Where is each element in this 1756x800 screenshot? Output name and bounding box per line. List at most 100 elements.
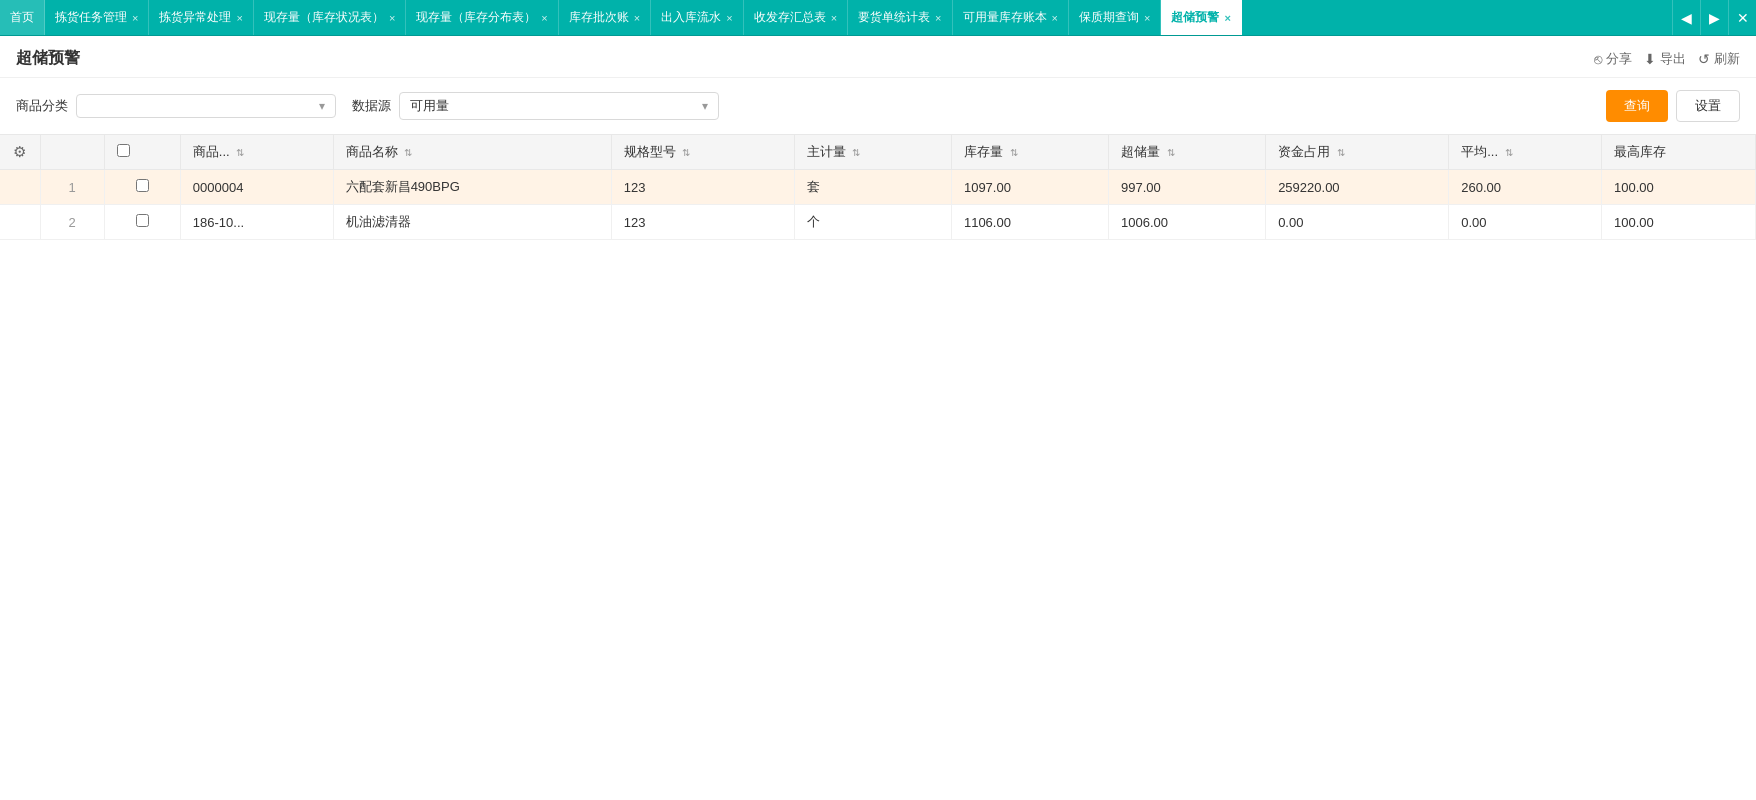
close-icon[interactable]: × — [1144, 12, 1150, 24]
row-capital: 0.00 — [1266, 205, 1449, 240]
export-icon: ⬇ — [1644, 51, 1656, 67]
th-spec[interactable]: 规格型号 ⇅ — [611, 135, 794, 170]
row-stock: 1097.00 — [951, 170, 1108, 205]
th-unit[interactable]: 主计量 ⇅ — [794, 135, 951, 170]
row-overstock: 997.00 — [1109, 170, 1266, 205]
close-icon[interactable]: × — [935, 12, 941, 24]
th-overstock[interactable]: 超储量 ⇅ — [1109, 135, 1266, 170]
th-checkbox — [104, 135, 180, 170]
close-icon[interactable]: × — [541, 12, 547, 24]
close-icon[interactable]: × — [1052, 12, 1058, 24]
chevron-down-icon: ▾ — [702, 99, 708, 113]
nav-item-inout[interactable]: 出入库流水 × — [651, 0, 743, 35]
nav-item-home[interactable]: 首页 — [0, 0, 45, 35]
nav-item-summary[interactable]: 收发存汇总表 × — [744, 0, 848, 35]
sort-icon: ⇅ — [682, 147, 690, 158]
query-button[interactable]: 查询 — [1606, 90, 1668, 122]
category-select[interactable]: ▾ — [76, 94, 336, 118]
row-settings-cell — [0, 205, 40, 240]
row-checkbox-cell[interactable] — [104, 205, 180, 240]
nav-item-exception[interactable]: 拣货异常处理 × — [149, 0, 253, 35]
row-product-name: 六配套新昌490BPG — [333, 170, 611, 205]
share-button[interactable]: ⎋ 分享 — [1594, 50, 1632, 68]
row-max-stock: 100.00 — [1602, 170, 1756, 205]
settings-button[interactable]: 设置 — [1676, 90, 1740, 122]
export-button[interactable]: ⬇ 导出 — [1644, 50, 1686, 68]
th-product-code[interactable]: 商品... ⇅ — [180, 135, 333, 170]
page-container: 超储预警 ⎋ 分享 ⬇ 导出 ↺ 刷新 商品分类 ▾ 数据源 — [0, 36, 1756, 800]
sort-icon: ⇅ — [236, 147, 244, 158]
row-spec: 123 — [611, 170, 794, 205]
row-avg: 260.00 — [1449, 170, 1602, 205]
th-settings: ⚙ — [0, 135, 40, 170]
chevron-down-icon: ▾ — [319, 99, 325, 113]
row-unit: 套 — [794, 170, 951, 205]
nav-item-stock-dist[interactable]: 现存量（库存分布表） × — [406, 0, 558, 35]
close-icon[interactable]: × — [389, 12, 395, 24]
th-capital[interactable]: 资金占用 ⇅ — [1266, 135, 1449, 170]
close-icon[interactable]: × — [831, 12, 837, 24]
row-max-stock: 100.00 — [1602, 205, 1756, 240]
nav-item-task-mgmt[interactable]: 拣货任务管理 × — [45, 0, 149, 35]
nav-prev-arrow[interactable]: ◀ — [1672, 0, 1700, 35]
datasource-filter: 数据源 可用量 ▾ — [352, 92, 719, 120]
sort-icon: ⇅ — [1167, 147, 1175, 158]
table-container: ⚙ 商品... ⇅ 商品名称 ⇅ 规格型号 — [0, 134, 1756, 240]
close-icon[interactable]: × — [1224, 12, 1230, 24]
refresh-button[interactable]: ↺ 刷新 — [1698, 50, 1740, 68]
row-product-code: 0000004 — [180, 170, 333, 205]
category-label: 商品分类 — [16, 97, 68, 115]
th-max-stock[interactable]: 最高库存 — [1602, 135, 1756, 170]
sort-icon: ⇅ — [1010, 147, 1018, 158]
th-product-name[interactable]: 商品名称 ⇅ — [333, 135, 611, 170]
table-row: 1 0000004 六配套新昌490BPG 123 套 1097.00 997.… — [0, 170, 1756, 205]
nav-next-arrow[interactable]: ▶ — [1700, 0, 1728, 35]
action-buttons: 查询 设置 — [1606, 90, 1740, 122]
filter-bar: 商品分类 ▾ 数据源 可用量 ▾ 查询 设置 — [0, 78, 1756, 134]
gear-icon[interactable]: ⚙ — [13, 143, 26, 160]
select-all-checkbox[interactable] — [117, 144, 130, 157]
row-settings-cell — [0, 170, 40, 205]
row-index: 1 — [40, 170, 104, 205]
th-stock[interactable]: 库存量 ⇅ — [951, 135, 1108, 170]
page-header: 超储预警 ⎋ 分享 ⬇ 导出 ↺ 刷新 — [0, 36, 1756, 78]
row-checkbox[interactable] — [136, 214, 149, 227]
top-navigation: 首页 拣货任务管理 × 拣货异常处理 × 现存量（库存状况表） × 现存量（库存… — [0, 0, 1756, 36]
nav-item-overstock[interactable]: 超储预警 × — [1161, 0, 1241, 35]
overstock-table: ⚙ 商品... ⇅ 商品名称 ⇅ 规格型号 — [0, 134, 1756, 240]
row-overstock: 1006.00 — [1109, 205, 1266, 240]
refresh-icon: ↺ — [1698, 51, 1710, 67]
close-icon[interactable]: × — [236, 12, 242, 24]
nav-item-batch[interactable]: 库存批次账 × — [559, 0, 651, 35]
row-product-code: 186-10... — [180, 205, 333, 240]
nav-scroll-arrows: ◀ ▶ ✕ — [1672, 0, 1756, 35]
th-avg[interactable]: 平均... ⇅ — [1449, 135, 1602, 170]
row-spec: 123 — [611, 205, 794, 240]
datasource-value: 可用量 — [410, 97, 449, 115]
row-product-name: 机油滤清器 — [333, 205, 611, 240]
sort-icon: ⇅ — [404, 147, 412, 158]
page-title: 超储预警 — [16, 48, 80, 69]
nav-close-all[interactable]: ✕ — [1728, 0, 1756, 35]
close-icon[interactable]: × — [634, 12, 640, 24]
nav-item-stock-status[interactable]: 现存量（库存状况表） × — [254, 0, 406, 35]
nav-item-expiry[interactable]: 保质期查询 × — [1069, 0, 1161, 35]
nav-item-usable[interactable]: 可用量库存账本 × — [953, 0, 1069, 35]
header-actions: ⎋ 分享 ⬇ 导出 ↺ 刷新 — [1594, 50, 1740, 68]
table-header-row: ⚙ 商品... ⇅ 商品名称 ⇅ 规格型号 — [0, 135, 1756, 170]
row-avg: 0.00 — [1449, 205, 1602, 240]
close-icon[interactable]: × — [132, 12, 138, 24]
nav-item-demand[interactable]: 要货单统计表 × — [848, 0, 952, 35]
datasource-label: 数据源 — [352, 97, 391, 115]
category-filter: 商品分类 ▾ — [16, 94, 336, 118]
row-checkbox-cell[interactable] — [104, 170, 180, 205]
th-index — [40, 135, 104, 170]
table-body: 1 0000004 六配套新昌490BPG 123 套 1097.00 997.… — [0, 170, 1756, 240]
sort-icon: ⇅ — [852, 147, 860, 158]
sort-icon: ⇅ — [1505, 147, 1513, 158]
row-checkbox[interactable] — [136, 179, 149, 192]
row-stock: 1106.00 — [951, 205, 1108, 240]
datasource-select[interactable]: 可用量 ▾ — [399, 92, 719, 120]
table-row: 2 186-10... 机油滤清器 123 个 1106.00 1006.00 … — [0, 205, 1756, 240]
close-icon[interactable]: × — [726, 12, 732, 24]
